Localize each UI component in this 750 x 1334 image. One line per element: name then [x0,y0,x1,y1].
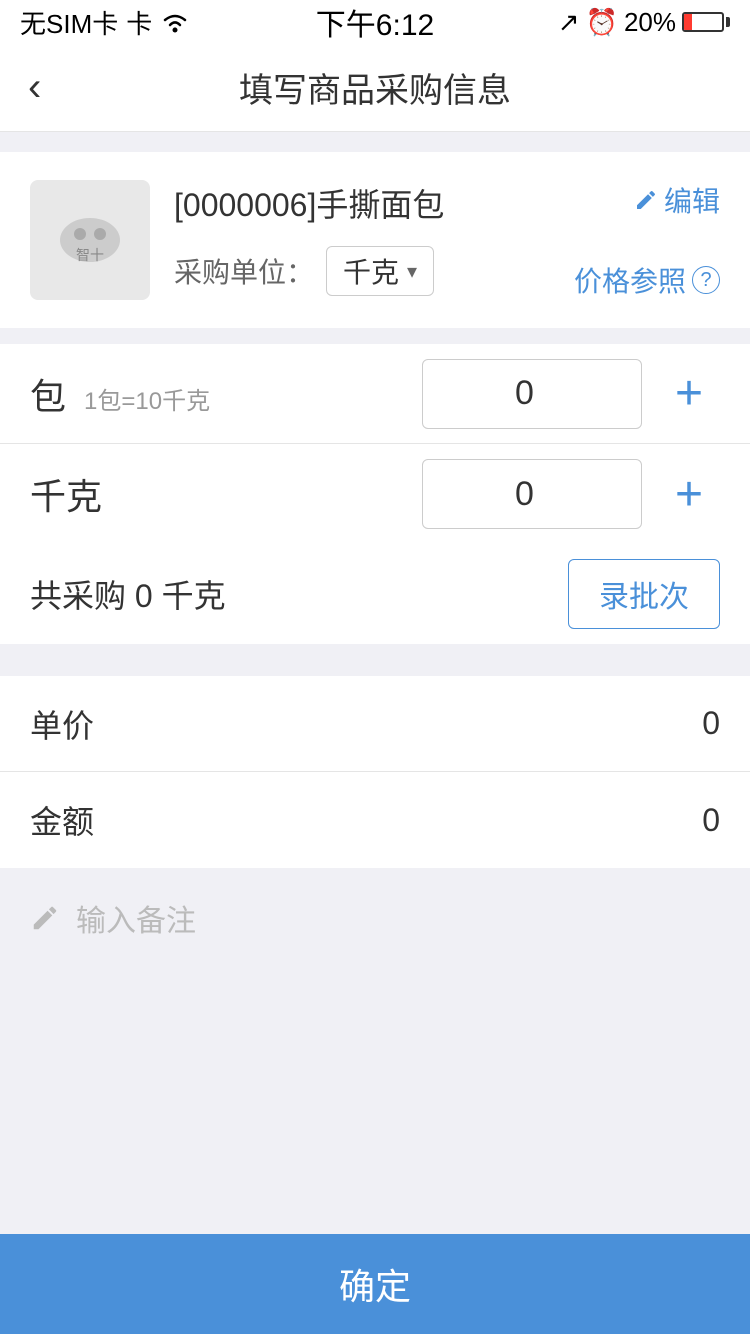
battery-pct: 20% [624,7,676,38]
price-section: 单价 0 金额 0 [0,676,750,868]
unit-price-label: 单价 [30,701,94,747]
status-right: ↗ ⏰ 20% [558,7,730,38]
status-time: 下午6:12 [316,0,434,44]
kg-plus-button[interactable]: + [658,463,720,525]
bao-quantity-input[interactable] [422,359,642,429]
kg-input-row: 千克 + [0,444,750,544]
price-ref-label: 价格参照 [574,260,686,300]
svg-text:智十: 智十 [76,247,104,263]
purchase-unit-label: 采购单位： [174,251,314,291]
amount-value: 0 [702,802,720,839]
bottom-area [0,968,750,1168]
divider-1 [0,328,750,344]
nav-bar: ‹ 填写商品采购信息 [0,44,750,132]
pencil-icon [30,903,60,933]
bao-unit-label: 包 1包=10千克 [30,368,230,420]
status-left: 无SIM卡 卡 [20,4,190,41]
record-batch-button[interactable]: 录批次 [568,559,720,629]
kg-quantity-input[interactable] [422,459,642,529]
amount-label: 金额 [30,797,94,843]
status-bar: 无SIM卡 卡 下午6:12 ↗ ⏰ 20% [0,0,750,44]
back-button[interactable]: ‹ [28,65,41,110]
kg-unit-label: 千克 [30,468,230,520]
input-section: 包 1包=10千克 + 千克 + [0,344,750,544]
amount-row: 金额 0 [0,772,750,868]
chevron-down-icon: ▾ [407,259,417,284]
bao-field-wrap: + [230,359,720,429]
bao-sub-label: 1包=10千克 [84,388,210,415]
bao-plus-button[interactable]: + [658,363,720,425]
total-row: 共采购 0 千克 录批次 [0,544,750,644]
wifi-icon [160,11,190,33]
alarm-icon: ⏰ [586,7,618,38]
battery-indicator [682,12,730,32]
edit-label: 编辑 [664,180,720,220]
note-placeholder: 输入备注 [76,896,196,940]
divider-2 [0,644,750,660]
carrier-label: 无SIM卡 [20,4,118,41]
total-text: 共采购 0 千克 [30,571,226,617]
unit-price-value: 0 [702,705,720,742]
kg-field-wrap: + [230,459,720,529]
note-section[interactable]: 输入备注 [0,868,750,968]
unit-price-row: 单价 0 [0,676,750,772]
unit-value: 千克 [343,251,399,291]
edit-icon [634,188,658,212]
product-section: 智十 [0000006]手撕面包 采购单位： 千克 ▾ 编辑 价格参照 ? [0,152,750,328]
confirm-button[interactable]: 确定 [0,1234,750,1334]
unit-selector[interactable]: 千克 ▾ [326,246,434,296]
product-image: 智十 [30,180,150,300]
edit-button[interactable]: 编辑 [634,180,720,220]
help-icon: ? [692,266,720,294]
price-ref-button[interactable]: 价格参照 ? [574,260,720,300]
sim-card-label: 卡 [126,4,152,41]
product-logo-icon: 智十 [50,210,130,270]
page-title: 填写商品采购信息 [239,63,511,112]
bao-input-row: 包 1包=10千克 + [0,344,750,444]
location-icon: ↗ [558,7,580,38]
